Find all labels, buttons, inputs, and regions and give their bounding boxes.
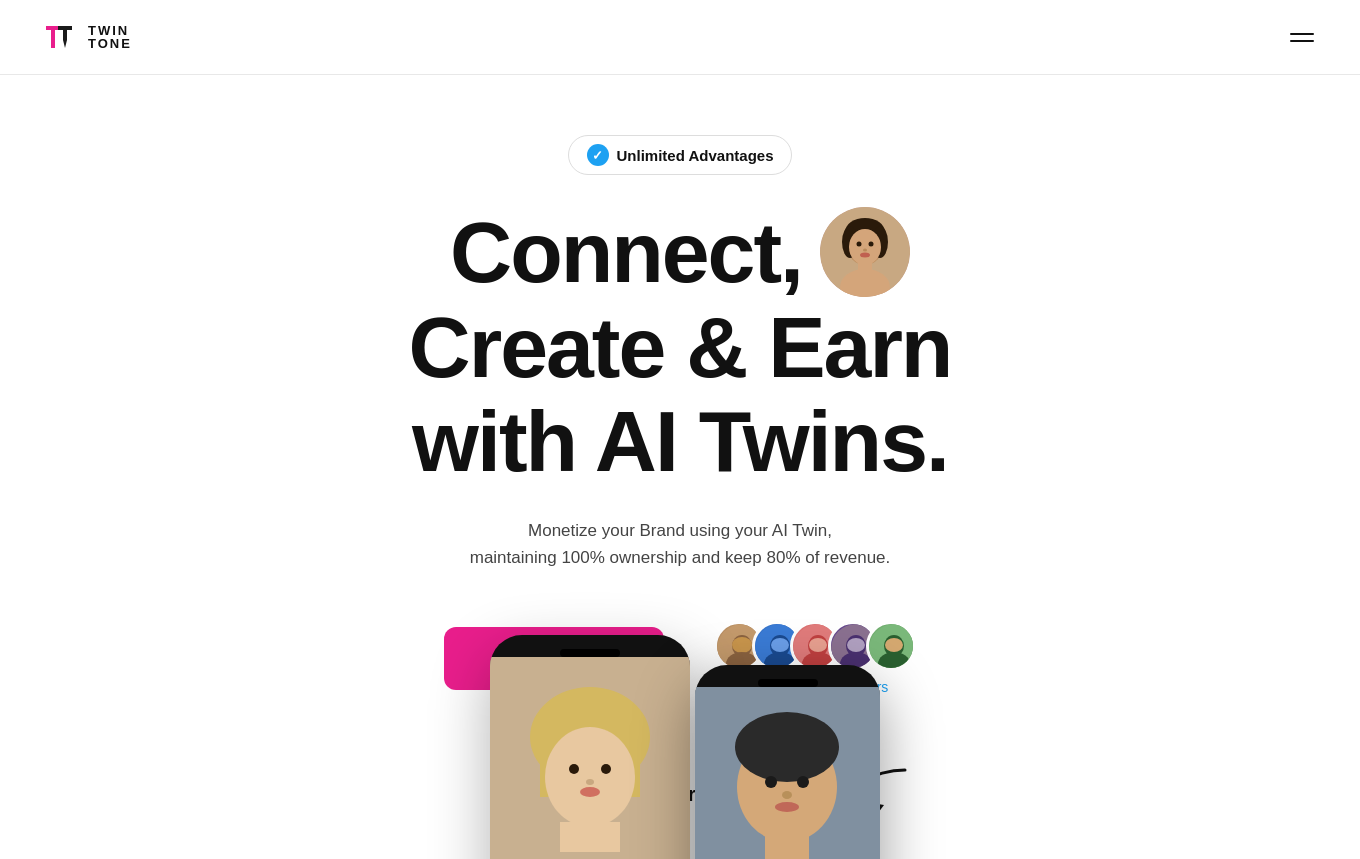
svg-rect-51 xyxy=(765,835,809,859)
badge-label: Unlimited Advantages xyxy=(617,147,774,164)
hero-line2: Create & Earn xyxy=(409,299,952,395)
logo-line2: TONE xyxy=(88,37,132,50)
svg-point-6 xyxy=(849,229,881,265)
svg-point-9 xyxy=(863,249,867,252)
hero-subtitle: Monetize your Brand using your AI Twin, … xyxy=(470,517,891,571)
menu-line-1 xyxy=(1290,33,1314,35)
menu-line-2 xyxy=(1290,40,1314,42)
hero-title-line1: Connect, xyxy=(450,205,910,300)
svg-rect-12 xyxy=(858,263,872,279)
phone-back xyxy=(490,635,690,859)
phone-section: Interactive AI Twins xyxy=(430,755,930,859)
svg-point-37 xyxy=(545,727,635,827)
svg-point-31 xyxy=(885,638,903,652)
svg-rect-42 xyxy=(560,822,620,852)
logo-icon xyxy=(40,18,78,56)
svg-point-49 xyxy=(782,791,792,799)
svg-point-50 xyxy=(775,802,799,812)
hero-avatar-image xyxy=(820,207,910,297)
svg-point-23 xyxy=(809,638,827,652)
unlimited-advantages-badge: Unlimited Advantages xyxy=(568,135,793,175)
svg-point-47 xyxy=(765,776,777,788)
svg-point-46 xyxy=(735,712,839,782)
hero-title-line2: Create & Earn xyxy=(409,300,952,395)
svg-point-41 xyxy=(580,787,600,797)
hero-line1: Connect, xyxy=(450,205,802,300)
svg-point-39 xyxy=(601,764,611,774)
svg-point-7 xyxy=(856,242,861,247)
svg-point-48 xyxy=(797,776,809,788)
creator-avatar-5 xyxy=(866,621,916,671)
logo-text: TWIN TONE xyxy=(88,24,132,50)
phone-front xyxy=(695,665,880,859)
svg-marker-0 xyxy=(63,40,67,48)
svg-point-40 xyxy=(586,779,594,785)
hero-avatar xyxy=(820,207,910,297)
svg-point-38 xyxy=(569,764,579,774)
hero-line3: with AI Twins. xyxy=(412,393,948,489)
hero-subtitle-line1: Monetize your Brand using your AI Twin, xyxy=(528,521,832,540)
svg-point-10 xyxy=(860,253,870,258)
logo-svg xyxy=(40,18,78,56)
svg-point-15 xyxy=(732,637,752,653)
hero-title-wrapper: Connect, xyxy=(409,205,952,489)
verified-check-icon xyxy=(587,144,609,166)
hero-title-line3: with AI Twins. xyxy=(412,394,948,489)
hero-subtitle-line2: maintaining 100% ownership and keep 80% … xyxy=(470,548,891,567)
logo[interactable]: TWIN TONE xyxy=(40,18,132,56)
hamburger-menu-button[interactable] xyxy=(1284,27,1320,48)
svg-point-8 xyxy=(868,242,873,247)
svg-point-19 xyxy=(771,638,789,652)
creators-avatars xyxy=(714,621,916,671)
svg-point-27 xyxy=(847,638,865,652)
